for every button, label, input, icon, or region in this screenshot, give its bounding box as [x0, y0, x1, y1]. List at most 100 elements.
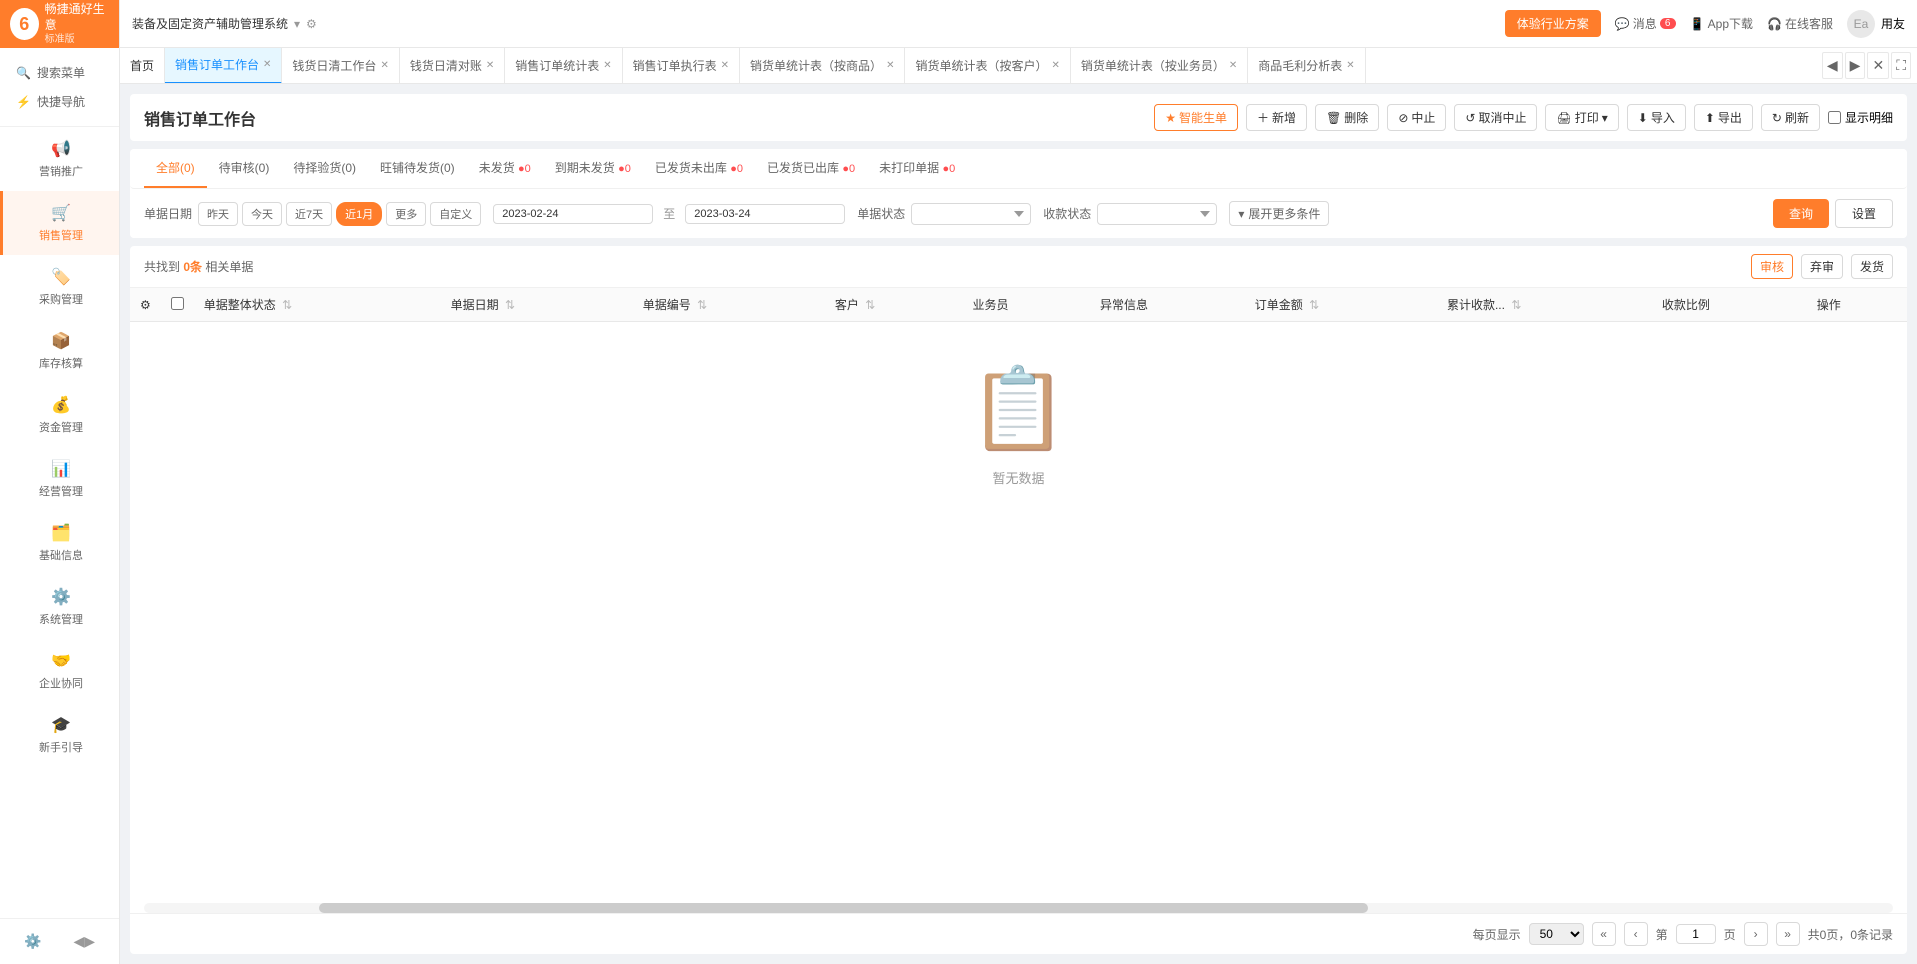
tab-cash-daily[interactable]: 钱货日清工作台 ✕: [282, 48, 399, 84]
chevron-down-icon[interactable]: ▾: [294, 17, 300, 31]
page-input[interactable]: [1676, 924, 1716, 944]
filter-tab-all[interactable]: 全部(0): [144, 149, 207, 188]
import-icon: ⬇: [1638, 111, 1648, 125]
collapse-btn[interactable]: ◀▶: [69, 929, 99, 954]
show-detail-checkbox[interactable]: [1828, 111, 1841, 124]
online-service-btn[interactable]: 🎧 在线客服: [1767, 15, 1833, 32]
tab-product-margin[interactable]: 商品毛利分析表 ✕: [1248, 48, 1365, 84]
tab-cash-reconcile[interactable]: 钱货日清对账 ✕: [400, 48, 505, 84]
date-btn-today[interactable]: 今天: [242, 202, 282, 226]
user-area[interactable]: Ea 用友: [1847, 10, 1905, 38]
sidebar-item-marketing[interactable]: 📢 营销推广: [0, 127, 119, 191]
print-btn[interactable]: 🖨 打印 ▾: [1545, 104, 1618, 131]
tab-close-goods-stats-product[interactable]: ✕: [886, 60, 894, 71]
quick-nav-btn[interactable]: ⚡ 快捷导航: [8, 87, 111, 116]
tab-prev-btn[interactable]: ◀: [1822, 52, 1843, 79]
message-btn[interactable]: 💬 消息 6: [1615, 15, 1676, 32]
settings-btn[interactable]: ⚙️: [20, 929, 45, 954]
sort-icon-customer[interactable]: ⇅: [865, 298, 875, 312]
tab-sales-stats[interactable]: 销售订单统计表 ✕: [505, 48, 622, 84]
trial-btn[interactable]: 体验行业方案: [1505, 10, 1601, 37]
marketing-label: 营销推广: [39, 163, 83, 179]
filter-tab-not-printed[interactable]: 未打印单据 ●0: [867, 149, 967, 188]
expand-btn[interactable]: ▾ 展开更多条件: [1229, 201, 1329, 226]
page-last-btn[interactable]: »: [1776, 922, 1800, 946]
tab-fullscreen-btn[interactable]: ⛶: [1891, 52, 1911, 79]
sidebar-item-guide[interactable]: 🎓 新手引导: [0, 703, 119, 767]
date-btn-custom[interactable]: 自定义: [430, 202, 481, 226]
delete-btn[interactable]: 🗑 删除: [1315, 104, 1379, 131]
ship-btn[interactable]: 发货: [1851, 254, 1893, 279]
cancel-stop-btn[interactable]: ↺ 取消中止: [1454, 104, 1537, 131]
tab-goods-stats-product[interactable]: 销货单统计表（按商品） ✕: [740, 48, 905, 84]
date-btn-1month[interactable]: 近1月: [336, 202, 382, 226]
tab-close-goods-stats-staff[interactable]: ✕: [1229, 60, 1237, 71]
page-prev-btn[interactable]: ‹: [1624, 922, 1648, 946]
query-btn[interactable]: 查询: [1773, 199, 1829, 228]
date-to-input[interactable]: [685, 204, 845, 224]
sort-icon-number[interactable]: ⇅: [697, 298, 707, 312]
import-btn[interactable]: ⬇ 导入: [1627, 104, 1686, 131]
per-page-select[interactable]: 50 10 20 100: [1529, 923, 1584, 945]
setting-btn[interactable]: 设置: [1835, 199, 1893, 228]
sort-icon-date[interactable]: ⇅: [505, 298, 515, 312]
refresh-btn[interactable]: ↻ 刷新: [1761, 104, 1820, 131]
col-checkbox[interactable]: [161, 288, 194, 322]
h-scrollbar[interactable]: [144, 903, 1893, 913]
page-next-btn[interactable]: ›: [1744, 922, 1768, 946]
sidebar-item-finance[interactable]: 💰 资金管理: [0, 383, 119, 447]
smart-create-btn[interactable]: ★ 智能生单: [1154, 104, 1238, 131]
tab-close-cash-reconcile[interactable]: ✕: [486, 60, 494, 71]
select-all-checkbox[interactable]: [171, 297, 184, 310]
new-btn[interactable]: ＋ 新增: [1246, 104, 1307, 131]
date-btn-more[interactable]: 更多: [386, 202, 426, 226]
filter-tab-expired[interactable]: 到期未发货 ●0: [543, 149, 643, 188]
sort-icon-amount[interactable]: ⇅: [1309, 298, 1319, 312]
gear-icon[interactable]: ⚙: [306, 17, 317, 31]
tab-close-sales-exec[interactable]: ✕: [721, 60, 729, 71]
tab-close-product-margin[interactable]: ✕: [1346, 60, 1354, 71]
col-settings[interactable]: ⚙: [130, 288, 161, 322]
tab-goods-stats-customer[interactable]: 销货单统计表（按客户） ✕: [905, 48, 1070, 84]
date-btn-7days[interactable]: 近7天: [286, 202, 332, 226]
sidebar-item-base-info[interactable]: 🗂️ 基础信息: [0, 511, 119, 575]
filter-tab-shipped-not-in[interactable]: 已发货未出库 ●0: [643, 149, 755, 188]
tab-sales-exec[interactable]: 销售订单执行表 ✕: [623, 48, 740, 84]
h-scrollbar-thumb[interactable]: [319, 903, 1368, 913]
sidebar-item-sales[interactable]: 🛒 销售管理: [0, 191, 119, 255]
status-select[interactable]: [911, 203, 1031, 225]
tab-next-btn[interactable]: ▶: [1845, 52, 1866, 79]
sidebar-item-system[interactable]: ⚙️ 系统管理: [0, 575, 119, 639]
show-detail-label[interactable]: 显示明细: [1828, 109, 1893, 126]
payment-select[interactable]: [1097, 203, 1217, 225]
date-btn-yesterday[interactable]: 昨天: [198, 202, 238, 226]
cancel-review-btn[interactable]: 弃审: [1801, 254, 1843, 279]
sort-icon-status[interactable]: ⇅: [282, 298, 292, 312]
export-btn[interactable]: ⬆ 导出: [1694, 104, 1753, 131]
filter-tab-not-shipped[interactable]: 未发货 ●0: [467, 149, 543, 188]
tab-home[interactable]: 首页: [120, 48, 165, 84]
sidebar-item-purchase[interactable]: 🏷️ 采购管理: [0, 255, 119, 319]
sort-icon-collected[interactable]: ⇅: [1511, 298, 1521, 312]
tab-close-all-btn[interactable]: ✕: [1867, 52, 1889, 79]
tab-close-sales-workbench[interactable]: ✕: [263, 59, 271, 70]
sidebar-item-inventory[interactable]: 📦 库存核算: [0, 319, 119, 383]
stop-btn[interactable]: ⊘ 中止: [1387, 104, 1446, 131]
search-menu-btn[interactable]: 🔍 搜索菜单: [8, 58, 111, 87]
delete-icon: 🗑: [1326, 111, 1341, 125]
date-from-input[interactable]: [493, 204, 653, 224]
sidebar-item-enterprise[interactable]: 🤝 企业协同: [0, 639, 119, 703]
filter-tab-pending-inspect[interactable]: 待择验货(0): [281, 149, 368, 188]
sidebar-item-operations[interactable]: 📊 经营管理: [0, 447, 119, 511]
review-btn[interactable]: 审核: [1751, 254, 1793, 279]
tab-sales-workbench[interactable]: 销售订单工作台 ✕: [165, 48, 282, 84]
tab-close-sales-stats[interactable]: ✕: [603, 60, 611, 71]
filter-tab-shipped-out[interactable]: 已发货已出库 ●0: [755, 149, 867, 188]
filter-tab-wangpu[interactable]: 旺铺待发货(0): [368, 149, 467, 188]
app-download-btn[interactable]: 📱 App下载: [1690, 15, 1753, 32]
tab-close-cash-daily[interactable]: ✕: [380, 60, 388, 71]
filter-tab-pending-review[interactable]: 待审核(0): [207, 149, 282, 188]
page-first-btn[interactable]: «: [1592, 922, 1616, 946]
tab-close-goods-stats-customer[interactable]: ✕: [1051, 60, 1059, 71]
tab-goods-stats-staff[interactable]: 销货单统计表（按业务员） ✕: [1071, 48, 1248, 84]
